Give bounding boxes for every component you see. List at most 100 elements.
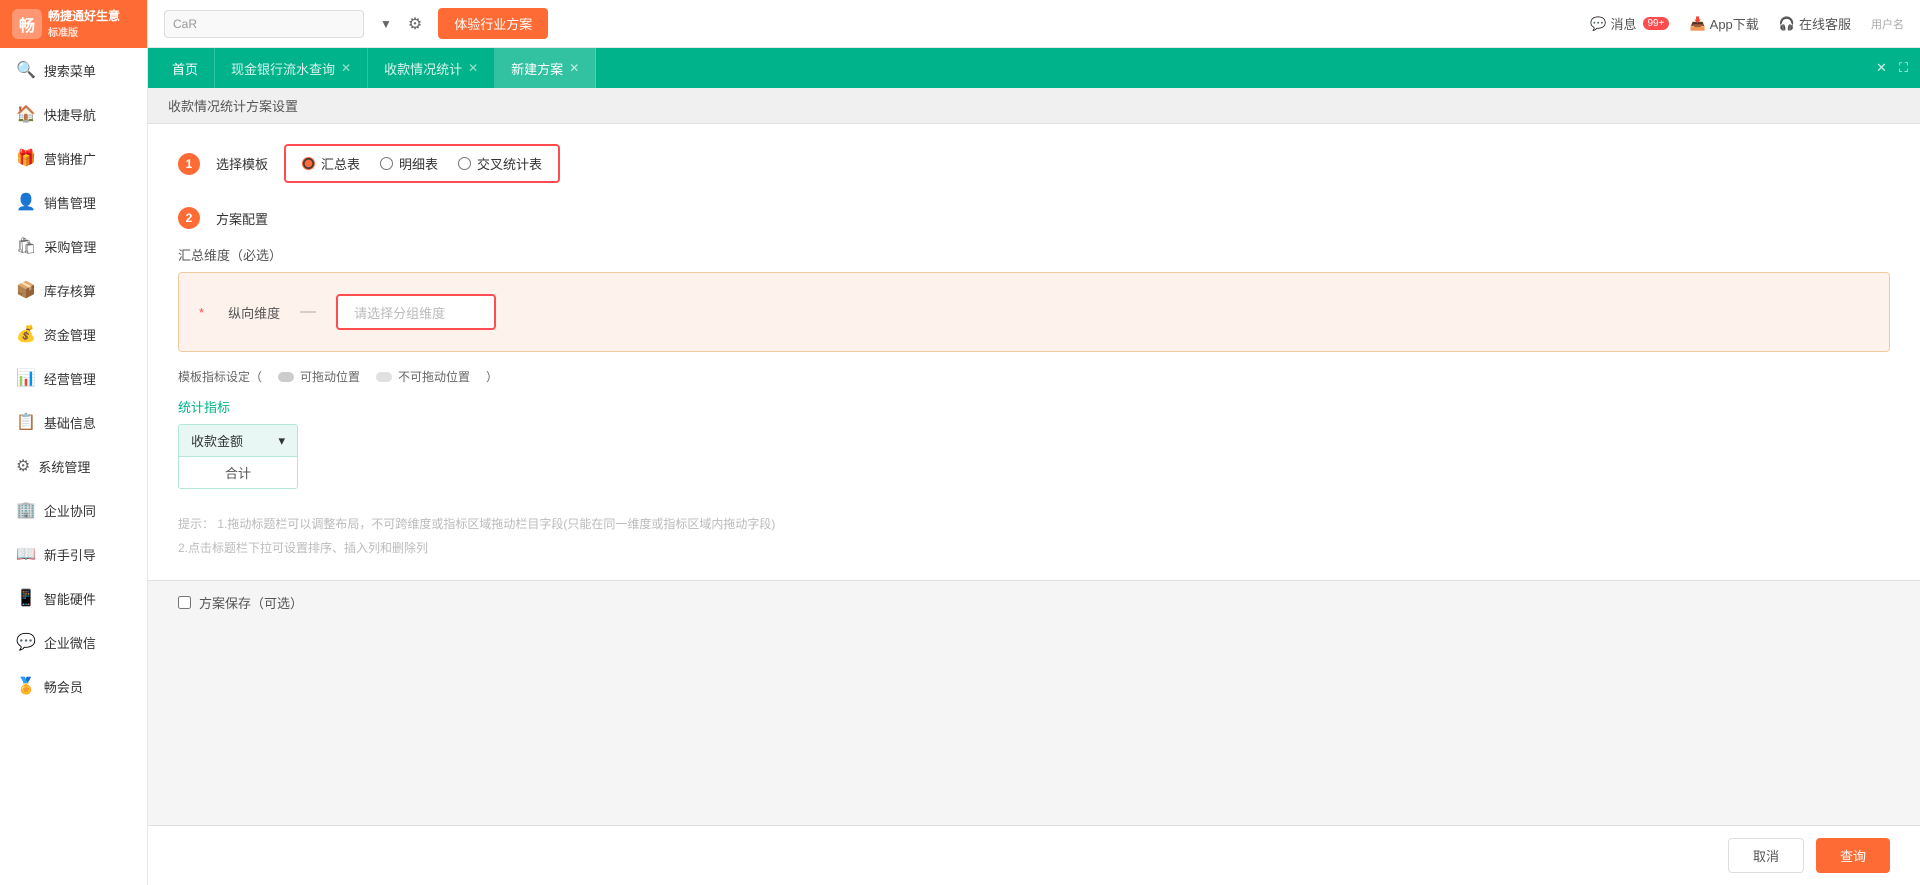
non-draggable-toggle: 不可拖动位置	[376, 368, 470, 385]
dropdown-chevron-icon: ▾	[278, 433, 285, 449]
sidebar-item-wechat[interactable]: 💬 企业微信	[0, 620, 147, 664]
sidebar-logo: 畅 畅捷通好生意 标准版	[0, 0, 147, 48]
sidebar-item-marketing[interactable]: 🎁 营销推广	[0, 136, 147, 180]
clipboard-icon: 📋	[16, 412, 36, 432]
online-service-item[interactable]: 🎧 在线客服	[1779, 14, 1851, 33]
topbar-right: 💬 消息 99+ 📥 App下载 🎧 在线客服 用户名	[1590, 14, 1904, 33]
hint-2: 2.点击标题栏下拉可设置排序、插入列和删除列	[178, 536, 1890, 560]
logo-icon: 畅	[12, 9, 42, 39]
home-icon: 🏠	[16, 104, 36, 124]
sidebar-item-finance[interactable]: 💰 资金管理	[0, 312, 147, 356]
expand-window-icon[interactable]: ⛶	[1899, 60, 1908, 76]
sidebar-item-operations[interactable]: 📊 经营管理	[0, 356, 147, 400]
draggable-indicator	[278, 372, 294, 382]
step2-area: 2 方案配置 汇总维度（必选） * 纵向维度 — 请选择分组维度	[178, 207, 1890, 560]
metrics-toggle-row: 模板指标设定（ 可拖动位置 不可拖动位置 ）	[178, 368, 1890, 385]
bag-icon: 🛍	[16, 236, 36, 256]
sidebar: 畅 畅捷通好生意 标准版 🔍 搜索菜单 🏠 快捷导航 🎁 营销推广 👤 销售管理…	[0, 0, 148, 885]
sidebar-item-sales[interactable]: 👤 销售管理	[0, 180, 147, 224]
vertical-dimension-label: 纵向维度	[228, 303, 280, 322]
cancel-button[interactable]: 取消	[1728, 838, 1804, 873]
gift-icon: 🎁	[16, 148, 36, 168]
tab-receivable-stat[interactable]: 收款情况统计 ✕	[368, 48, 495, 88]
step2-label: 方案配置	[216, 209, 268, 228]
sidebar-item-enterprise[interactable]: 🏢 企业协同	[0, 488, 147, 532]
user-avatar[interactable]: 用户名	[1871, 16, 1904, 32]
template-selector: 汇总表 明细表 交叉统计表	[284, 144, 560, 183]
tab-new-plan-close[interactable]: ✕	[569, 61, 579, 75]
money-icon: 💰	[16, 324, 36, 344]
footer-bar: 取消 查询	[148, 825, 1920, 885]
step1-label: 选择模板	[216, 154, 268, 173]
main-area: ▼ ⚙ 体验行业方案 💬 消息 99+ 📥 App下载 🎧 在线客服 用户名	[148, 0, 1920, 885]
save-row: 方案保存（可选）	[148, 580, 1920, 624]
sidebar-item-smart-hw[interactable]: 📱 智能硬件	[0, 576, 147, 620]
save-checkbox[interactable]	[178, 596, 191, 609]
tab-actions: ✕ ⛶	[1876, 48, 1920, 88]
building-icon: 🏢	[16, 500, 36, 520]
metrics-section: 模板指标设定（ 可拖动位置 不可拖动位置 ） 统计指标	[178, 368, 1890, 492]
query-button[interactable]: 查询	[1816, 838, 1890, 873]
dimension-title: 汇总维度（必选）	[178, 245, 1890, 264]
app-download-item[interactable]: 📥 App下载	[1689, 14, 1758, 33]
dropdown-arrow-icon[interactable]: ▼	[380, 17, 392, 31]
hint-1: 提示： 1.拖动标题栏可以调整布局，不可跨维度或指标区域拖动栏目字段(只能在同一…	[178, 512, 1890, 536]
settings-icon: ⚙	[16, 456, 30, 476]
dimension-area: * 纵向维度 — 请选择分组维度	[178, 272, 1890, 352]
search-icon: 🔍	[16, 60, 36, 80]
hints-area: 提示： 1.拖动标题栏可以调整布局，不可跨维度或指标区域拖动栏目字段(只能在同一…	[178, 512, 1890, 560]
sidebar-item-newbie[interactable]: 📖 新手引导	[0, 532, 147, 576]
book-icon: 📖	[16, 544, 36, 564]
close-window-icon[interactable]: ✕	[1876, 60, 1887, 76]
sidebar-item-member[interactable]: 🏅 畅会员	[0, 664, 147, 708]
tab-bar: 首页 现金银行流水查询 ✕ 收款情况统计 ✕ 新建方案 ✕ ✕ ⛶	[148, 48, 1920, 88]
metrics-table-subtotal: 合计	[179, 457, 297, 488]
gear-icon[interactable]: ⚙	[408, 14, 422, 34]
sidebar-item-inventory[interactable]: 📦 库存核算	[0, 268, 147, 312]
sidebar-item-basic-info[interactable]: 📋 基础信息	[0, 400, 147, 444]
radio-cross[interactable]: 交叉统计表	[458, 154, 542, 173]
metrics-table: 收款金额 ▾ 合计	[178, 424, 298, 489]
notifications-item[interactable]: 💬 消息 99+	[1590, 14, 1669, 33]
topbar: ▼ ⚙ 体验行业方案 💬 消息 99+ 📥 App下载 🎧 在线客服 用户名	[148, 0, 1920, 48]
search-input[interactable]	[164, 10, 364, 38]
chat-icon: 💬	[16, 632, 36, 652]
save-label: 方案保存（可选）	[199, 593, 303, 612]
tab-home[interactable]: 首页	[156, 48, 215, 88]
sidebar-item-system[interactable]: ⚙ 系统管理	[0, 444, 147, 488]
config-area: 1 选择模板 汇总表 明细表 交叉统计表	[148, 124, 1920, 580]
download-icon: 📥	[1689, 16, 1705, 32]
dimension-section: 汇总维度（必选） * 纵向维度 — 请选择分组维度	[178, 245, 1890, 352]
phone-icon: 📱	[16, 588, 36, 608]
medal-icon: 🏅	[16, 676, 36, 696]
step1-row: 1 选择模板 汇总表 明细表 交叉统计表	[178, 144, 1890, 183]
user-icon: 👤	[16, 192, 36, 212]
headset-icon: 🎧	[1779, 16, 1795, 32]
step2-badge: 2	[178, 207, 200, 229]
radio-detail[interactable]: 明细表	[380, 154, 438, 173]
required-indicator: *	[199, 305, 204, 320]
dimension-select[interactable]: 请选择分组维度	[336, 294, 496, 330]
metrics-close-paren: ）	[486, 368, 498, 385]
sidebar-item-purchase[interactable]: 🛍 采购管理	[0, 224, 147, 268]
box-icon: 📦	[16, 280, 36, 300]
metrics-table-header[interactable]: 收款金额 ▾	[179, 425, 297, 457]
chart-icon: 📊	[16, 368, 36, 388]
industry-btn[interactable]: 体验行业方案	[438, 8, 548, 39]
notification-badge: 99+	[1643, 17, 1670, 30]
sidebar-item-search[interactable]: 🔍 搜索菜单	[0, 48, 147, 92]
sidebar-item-quick-nav[interactable]: 🏠 快捷导航	[0, 92, 147, 136]
draggable-toggle: 可拖动位置	[278, 368, 360, 385]
page-content: 收款情况统计方案设置 1 选择模板 汇总表 明细表	[148, 88, 1920, 825]
step1-badge: 1	[178, 153, 200, 175]
arrow-icon: —	[300, 303, 316, 321]
radio-summary[interactable]: 汇总表	[302, 154, 360, 173]
tab-bank-flow-close[interactable]: ✕	[341, 61, 351, 75]
tab-receivable-stat-close[interactable]: ✕	[468, 61, 478, 75]
breadcrumb: 收款情况统计方案设置	[148, 88, 1920, 124]
tab-bank-flow[interactable]: 现金银行流水查询 ✕	[215, 48, 368, 88]
avatar-icon: 用户名	[1871, 16, 1904, 32]
tab-new-plan[interactable]: 新建方案 ✕	[495, 48, 596, 88]
message-icon: 💬	[1590, 16, 1606, 32]
logo-text: 畅捷通好生意 标准版	[48, 9, 120, 38]
